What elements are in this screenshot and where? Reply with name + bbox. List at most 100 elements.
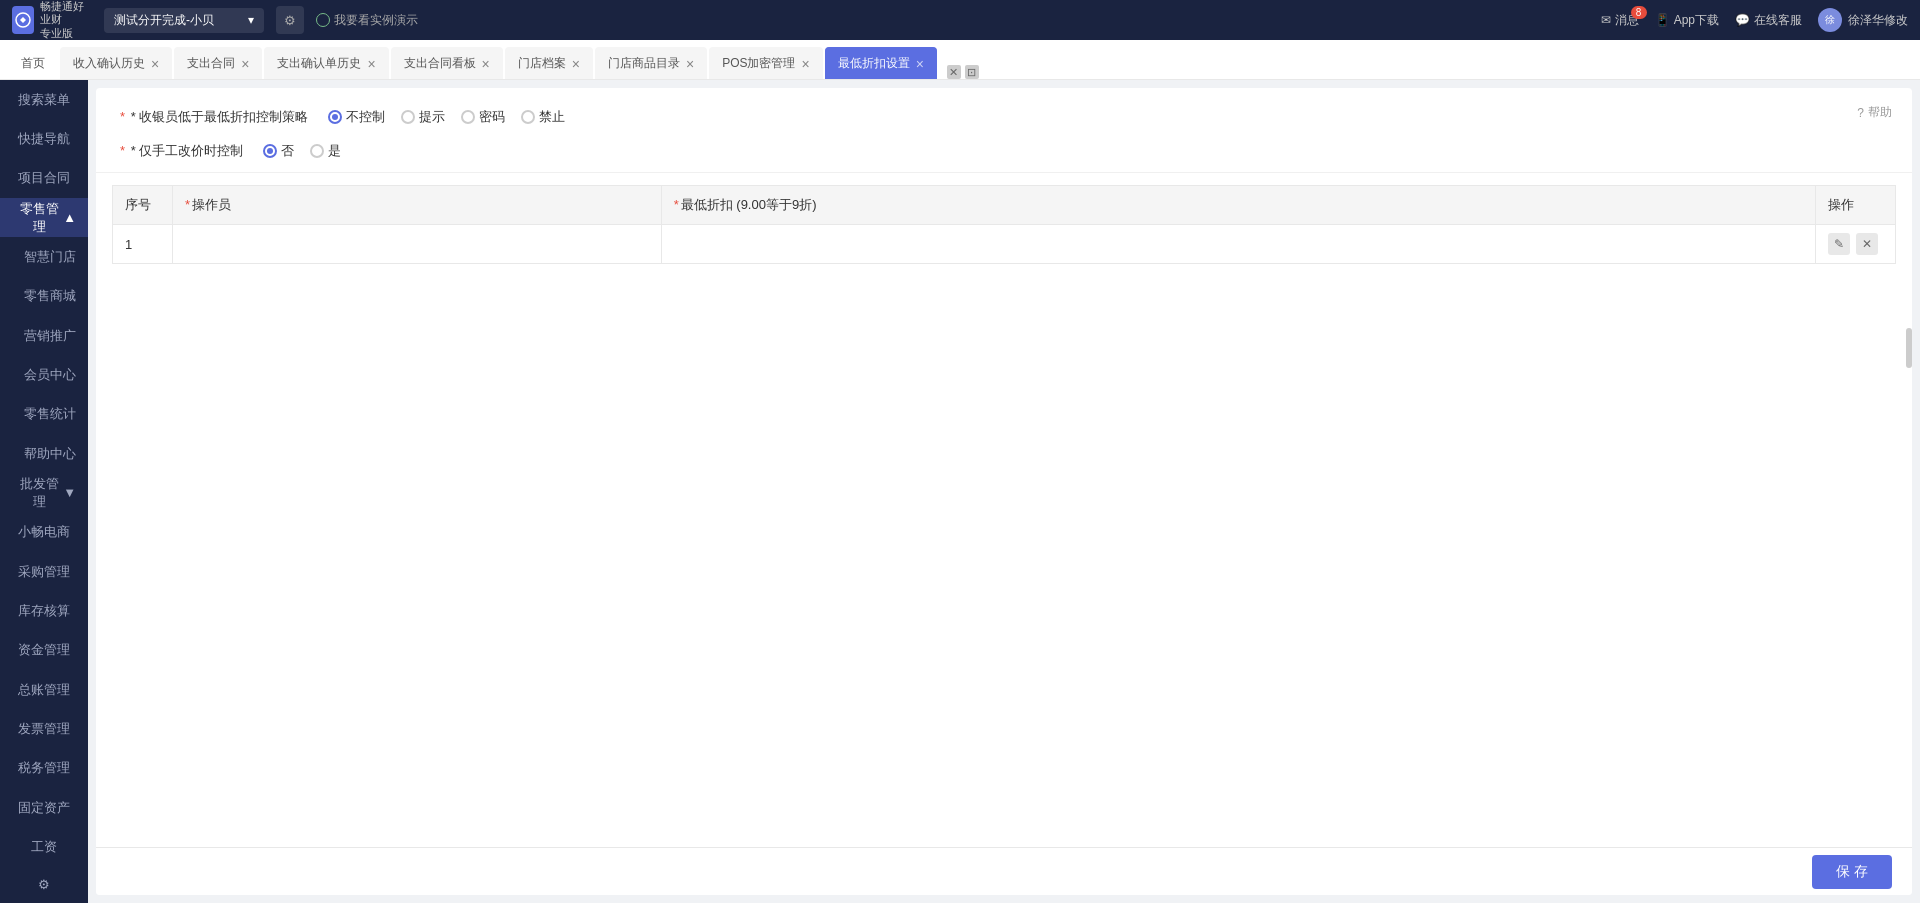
- tab-store-file[interactable]: 门店档案 ×: [505, 47, 593, 79]
- customer-service-button[interactable]: 💬 在线客服: [1735, 12, 1802, 29]
- manual-radio-no-label: 否: [281, 142, 294, 160]
- maximize-window-button[interactable]: ⊡: [965, 65, 979, 79]
- save-button[interactable]: 保 存: [1812, 855, 1892, 889]
- sidebar-item-invoice[interactable]: 发票管理: [0, 709, 88, 748]
- tab-store-file-label: 门店档案: [518, 55, 566, 72]
- strategy-radio-none-input[interactable]: [328, 110, 342, 124]
- tab-store-catalog[interactable]: 门店商品目录 ×: [595, 47, 707, 79]
- edit-icon[interactable]: ✎: [1828, 233, 1850, 255]
- scrollbar-handle[interactable]: [1906, 328, 1912, 368]
- sidebar-project-label: 项目合同: [18, 169, 70, 187]
- tab-min-discount-label: 最低折扣设置: [838, 55, 910, 72]
- message-badge: 8: [1631, 6, 1647, 19]
- sidebar: 搜索菜单 快捷导航 项目合同 零售管理 ▲ 智慧门店 零售商城 营销推广 会员中…: [0, 80, 88, 903]
- table-wrapper: 序号 *操作员 *最低折扣 (9.00等于9折) 操作 1: [96, 173, 1912, 847]
- cell-index: 1: [113, 225, 173, 264]
- sidebar-settings-icon: ⚙: [38, 877, 50, 892]
- help-icon: ?: [1857, 106, 1864, 120]
- sidebar-item-assets[interactable]: 固定资产: [0, 788, 88, 827]
- manual-radio-yes-input[interactable]: [310, 144, 324, 158]
- tab-pos-security[interactable]: POS加密管理 ×: [709, 47, 823, 79]
- tab-min-discount-close[interactable]: ×: [916, 57, 924, 71]
- demo-circle-icon: [316, 13, 330, 27]
- sidebar-item-inventory[interactable]: 库存核算: [0, 591, 88, 630]
- manual-radio-yes[interactable]: 是: [310, 142, 341, 160]
- sidebar-item-finance[interactable]: 资金管理: [0, 631, 88, 670]
- sidebar-item-online-store[interactable]: 零售商城: [0, 277, 88, 316]
- manual-radio-no-input[interactable]: [263, 144, 277, 158]
- tab-pos-security-close[interactable]: ×: [801, 57, 809, 71]
- tab-contract-close[interactable]: ×: [241, 57, 249, 71]
- col-header-discount: *最低折扣 (9.00等于9折): [661, 186, 1815, 225]
- logo-icon: [12, 6, 34, 34]
- settings-button[interactable]: ⚙: [276, 6, 304, 34]
- messages-button[interactable]: ✉ 消息 8: [1601, 12, 1639, 29]
- project-selector[interactable]: 测试分开完成-小贝 ▾: [104, 8, 264, 33]
- sidebar-item-smart-store[interactable]: 智慧门店: [0, 237, 88, 276]
- sidebar-settings-button[interactable]: ⚙: [0, 867, 88, 903]
- manual-radio-no[interactable]: 否: [263, 142, 294, 160]
- sidebar-item-ecommerce[interactable]: 小畅电商: [0, 513, 88, 552]
- tab-expense-history-close[interactable]: ×: [367, 57, 375, 71]
- strategy-radio-none[interactable]: 不控制: [328, 108, 385, 126]
- sidebar-online-store-label: 零售商城: [24, 287, 76, 305]
- delete-icon[interactable]: ✕: [1856, 233, 1878, 255]
- strategy-radio-password[interactable]: 密码: [461, 108, 505, 126]
- strategy-radio-password-input[interactable]: [461, 110, 475, 124]
- tab-home-label: 首页: [21, 55, 45, 72]
- strategy-radio-forbid[interactable]: 禁止: [521, 108, 565, 126]
- table-header-row: 序号 *操作员 *最低折扣 (9.00等于9折) 操作: [113, 186, 1896, 225]
- sidebar-tax-label: 税务管理: [18, 759, 70, 777]
- strategy-radio-group: 不控制 提示 密码 禁止: [328, 108, 565, 126]
- tab-expense-history[interactable]: 支出确认单历史 ×: [264, 47, 388, 79]
- tab-contract[interactable]: 支出合同 ×: [174, 47, 262, 79]
- tab-store-catalog-close[interactable]: ×: [686, 57, 694, 71]
- sidebar-quicknav-label: 快捷导航: [18, 130, 70, 148]
- sidebar-item-retail[interactable]: 零售管理 ▲: [0, 198, 88, 237]
- sidebar-item-wholesale[interactable]: 批发管理 ▼: [0, 473, 88, 512]
- manual-radio-yes-label: 是: [328, 142, 341, 160]
- demo-link[interactable]: 我要看实例演示: [316, 12, 418, 29]
- sidebar-item-search[interactable]: 搜索菜单: [0, 80, 88, 119]
- logo-text: 畅捷通好业财 专业版: [40, 0, 92, 40]
- strategy-radio-forbid-input[interactable]: [521, 110, 535, 124]
- sidebar-item-tax[interactable]: 税务管理: [0, 749, 88, 788]
- project-name: 测试分开完成-小贝: [114, 12, 214, 29]
- tab-home[interactable]: 首页: [8, 47, 58, 79]
- table-row: 1 ✎ ✕: [113, 225, 1896, 264]
- manual-label: * * 仅手工改价时控制: [120, 142, 243, 160]
- sidebar-item-project[interactable]: 项目合同: [0, 159, 88, 198]
- sidebar-item-marketing[interactable]: 营销推广: [0, 316, 88, 355]
- tab-contract-board-close[interactable]: ×: [482, 57, 490, 71]
- top-bar: 畅捷通好业财 专业版 测试分开完成-小贝 ▾ ⚙ 我要看实例演示 ✉ 消息 8 …: [0, 0, 1920, 40]
- sidebar-invoice-label: 发票管理: [18, 720, 70, 738]
- tab-contract-board-label: 支出合同看板: [404, 55, 476, 72]
- sidebar-item-help-center[interactable]: 帮助中心: [0, 434, 88, 473]
- sidebar-wholesale-arrow-icon: ▼: [63, 485, 76, 500]
- help-label: 帮助: [1868, 104, 1892, 121]
- app-download-button[interactable]: 📱 App下载: [1655, 12, 1719, 29]
- sidebar-item-salary[interactable]: 工资: [0, 827, 88, 866]
- sidebar-item-quicknav[interactable]: 快捷导航: [0, 119, 88, 158]
- close-window-button[interactable]: ✕: [947, 65, 961, 79]
- sidebar-item-ledger[interactable]: 总账管理: [0, 670, 88, 709]
- sidebar-retail-stat-label: 零售统计: [24, 405, 76, 423]
- tab-income-history[interactable]: 收入确认历史 ×: [60, 47, 172, 79]
- strategy-radio-hint-input[interactable]: [401, 110, 415, 124]
- tab-income-history-close[interactable]: ×: [151, 57, 159, 71]
- sidebar-item-purchase[interactable]: 采购管理: [0, 552, 88, 591]
- strategy-radio-hint[interactable]: 提示: [401, 108, 445, 126]
- sidebar-item-member[interactable]: 会员中心: [0, 355, 88, 394]
- user-area[interactable]: 徐 徐泽华修改: [1818, 8, 1908, 32]
- data-table: 序号 *操作员 *最低折扣 (9.00等于9折) 操作 1: [112, 185, 1896, 264]
- sidebar-item-retail-stat[interactable]: 零售统计: [0, 395, 88, 434]
- tab-store-file-close[interactable]: ×: [572, 57, 580, 71]
- settings-icon: ⚙: [284, 13, 296, 28]
- manual-required-star: *: [120, 143, 125, 158]
- tab-contract-board[interactable]: 支出合同看板 ×: [391, 47, 503, 79]
- help-button[interactable]: ? 帮助: [1857, 104, 1892, 121]
- tab-min-discount[interactable]: 最低折扣设置 ×: [825, 47, 937, 79]
- tab-store-catalog-label: 门店商品目录: [608, 55, 680, 72]
- bottom-bar: 保 存: [96, 847, 1912, 895]
- strategy-row: * * 收银员低于最低折扣控制策略 不控制 提示: [120, 108, 1888, 126]
